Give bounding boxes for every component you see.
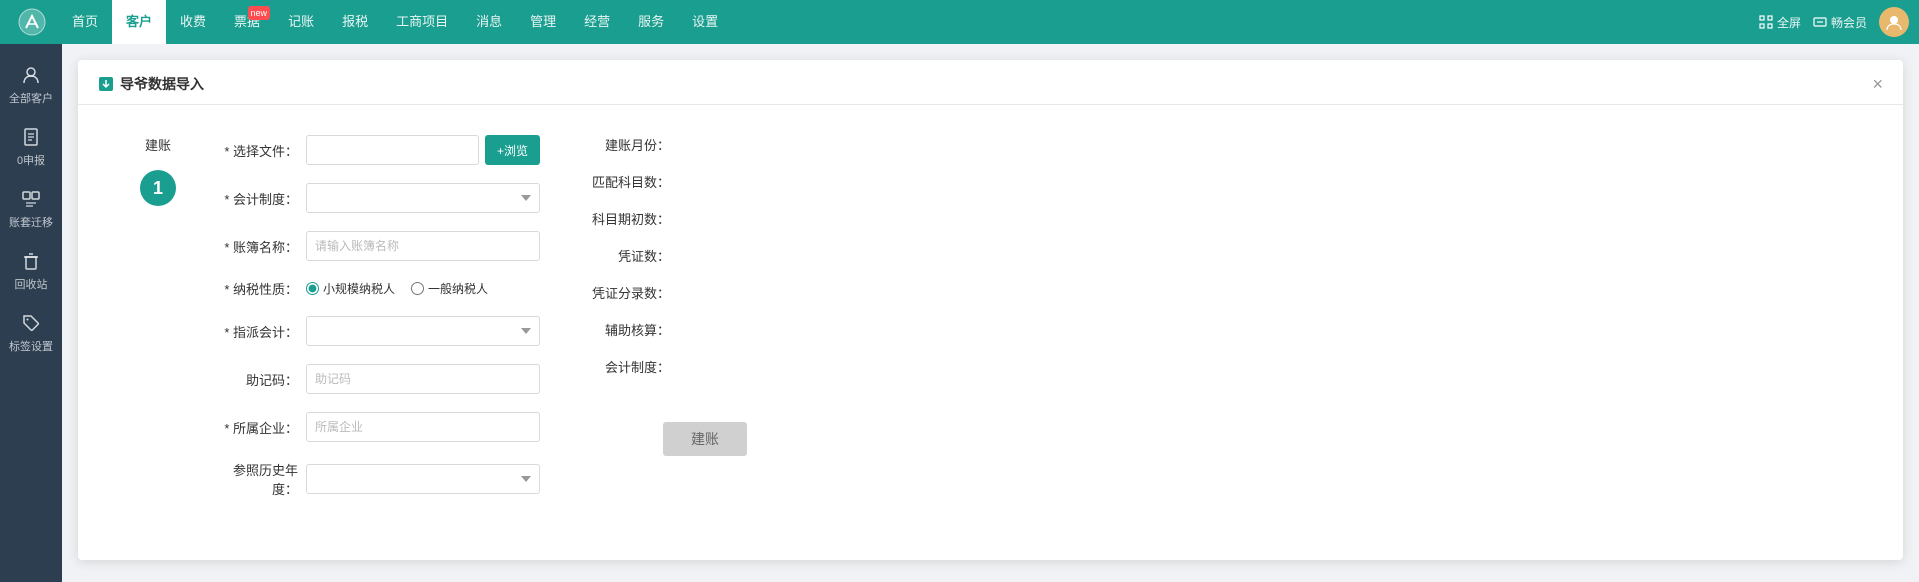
browse-button[interactable]: +浏览 — [485, 135, 540, 165]
auxiliary-label: 辅助核算： — [580, 320, 670, 339]
logo — [10, 0, 54, 44]
history-year-row: 参照历史年度： — [218, 460, 540, 498]
sidebar-item-account-migration[interactable]: 账套迁移 — [0, 178, 62, 240]
ledger-name-row: * 账簿名称： — [218, 231, 540, 261]
import-icon — [98, 76, 114, 92]
create-account-button[interactable]: 建账 — [663, 422, 747, 456]
init-balance-row: 科目期初数： — [580, 209, 800, 228]
nav-item-client[interactable]: 客户 — [112, 0, 166, 44]
file-input[interactable] — [306, 135, 479, 165]
main-wrapper: 导爷数据导入 × 建账 1 * 选择文件： +浏览 — [62, 44, 1919, 582]
file-row: * 选择文件： +浏览 — [218, 135, 540, 165]
nav-item-invoice[interactable]: 票据 new — [220, 0, 274, 44]
tag-icon — [20, 312, 42, 334]
transfer-icon — [20, 188, 42, 210]
nav-item-settings[interactable]: 设置 — [678, 0, 732, 44]
voucher-entry-label: 凭证分录数： — [580, 283, 670, 302]
fullscreen-label: 全屏 — [1777, 14, 1801, 31]
month-label: 建账月份： — [580, 135, 670, 154]
dialog-title: 导爷数据导入 — [98, 74, 204, 94]
step-circle: 1 — [140, 170, 176, 206]
sidebar-item-recycle[interactable]: 回收站 — [0, 240, 62, 302]
fullscreen-button[interactable]: 全屏 — [1759, 14, 1801, 31]
nav-item-management[interactable]: 管理 — [516, 0, 570, 44]
memo-input[interactable] — [306, 364, 540, 394]
new-badge: new — [248, 6, 271, 20]
ledger-name-input[interactable] — [306, 231, 540, 261]
accounting-system2-row: 会计制度： — [580, 357, 800, 376]
nav-item-billing[interactable]: 收费 — [166, 0, 220, 44]
sidebar-item-all-clients[interactable]: 全部客户 — [0, 54, 62, 116]
user-icon — [20, 64, 42, 86]
ledger-name-label: * 账簿名称： — [218, 237, 298, 256]
sidebar-item-zero-declaration[interactable]: 0申报 — [0, 116, 62, 178]
nav-item-home[interactable]: 首页 — [58, 0, 112, 44]
voucher-row: 凭证数： — [580, 246, 800, 265]
accountant-label: * 指派会计： — [218, 322, 298, 341]
member-label: 畅会员 — [1831, 14, 1867, 31]
init-balance-label: 科目期初数： — [580, 209, 670, 228]
tax-type-radio-group: 小规模纳税人 一般纳税人 — [306, 280, 540, 297]
match-subject-label: 匹配科目数： — [580, 172, 670, 191]
history-year-label: 参照历史年度： — [218, 460, 298, 498]
dialog-body: 建账 1 * 选择文件： +浏览 * 会计制度： — [78, 105, 1903, 546]
nav-item-bookkeeping[interactable]: 记账 — [274, 0, 328, 44]
sidebar-label-recycle: 回收站 — [15, 276, 48, 292]
nav-item-operation[interactable]: 经营 — [570, 0, 624, 44]
accounting-system-select[interactable] — [306, 183, 540, 213]
company-input[interactable] — [306, 412, 540, 442]
month-row: 建账月份： — [580, 135, 800, 154]
accountant-select[interactable] — [306, 316, 540, 346]
sidebar-label-tag-settings: 标签设置 — [9, 338, 53, 354]
voucher-label: 凭证数： — [580, 246, 670, 265]
tax-option-small[interactable]: 小规模纳税人 — [306, 280, 395, 297]
top-navigation: 首页 客户 收费 票据 new 记账 报税 工商项目 消息 管理 经营 服务 设… — [0, 0, 1919, 44]
dialog-title-text: 导爷数据导入 — [120, 74, 204, 94]
file-icon — [20, 126, 42, 148]
accounting-system-label: * 会计制度： — [218, 189, 298, 208]
nav-items: 首页 客户 收费 票据 new 记账 报税 工商项目 消息 管理 经营 服务 设… — [58, 0, 1759, 44]
member-button[interactable]: 畅会员 — [1813, 14, 1867, 31]
tax-option-general-label: 一般纳税人 — [428, 280, 488, 297]
accountant-row: * 指派会计： — [218, 316, 540, 346]
memo-row: 助记码： — [218, 364, 540, 394]
info-section: 建账月份： 匹配科目数： 科目期初数： 凭证数： 凭证分录数： — [580, 135, 800, 516]
memo-label: 助记码： — [218, 370, 298, 389]
match-subject-row: 匹配科目数： — [580, 172, 800, 191]
step-label: 建账 — [145, 135, 171, 154]
tax-option-general[interactable]: 一般纳税人 — [411, 280, 488, 297]
nav-item-tax[interactable]: 报税 — [328, 0, 382, 44]
form-section: * 选择文件： +浏览 * 会计制度： — [218, 135, 540, 516]
tax-type-label: * 纳税性质： — [218, 279, 298, 298]
sidebar-label-account-migration: 账套迁移 — [9, 214, 53, 230]
step-section: 建账 1 — [118, 135, 198, 206]
tax-option-small-label: 小规模纳税人 — [323, 280, 395, 297]
company-label: * 所属企业： — [218, 418, 298, 437]
accounting-system2-label: 会计制度： — [580, 357, 670, 376]
sidebar-label-zero-declaration: 0申报 — [17, 152, 45, 168]
avatar[interactable] — [1879, 7, 1909, 37]
company-row: * 所属企业： — [218, 412, 540, 442]
file-input-group: +浏览 — [306, 135, 540, 165]
accounting-system-row: * 会计制度： — [218, 183, 540, 213]
dialog-close-button[interactable]: × — [1872, 75, 1883, 93]
sidebar: 全部客户 0申报 账套迁移 回收站 标签设置 — [0, 44, 62, 582]
nav-item-service[interactable]: 服务 — [624, 0, 678, 44]
nav-item-business[interactable]: 工商项目 — [382, 0, 462, 44]
nav-right: 全屏 畅会员 — [1759, 7, 1909, 37]
voucher-entry-row: 凭证分录数： — [580, 283, 800, 302]
history-year-select[interactable] — [306, 464, 540, 494]
dialog-header: 导爷数据导入 × — [78, 60, 1903, 105]
tax-type-row: * 纳税性质： 小规模纳税人 一般纳税人 — [218, 279, 540, 298]
trash-icon — [20, 250, 42, 272]
nav-item-message[interactable]: 消息 — [462, 0, 516, 44]
sidebar-item-tag-settings[interactable]: 标签设置 — [0, 302, 62, 364]
auxiliary-row: 辅助核算： — [580, 320, 800, 339]
file-label: * 选择文件： — [218, 141, 298, 160]
sidebar-label-all-clients: 全部客户 — [9, 90, 53, 106]
import-dialog: 导爷数据导入 × 建账 1 * 选择文件： +浏览 — [78, 60, 1903, 560]
